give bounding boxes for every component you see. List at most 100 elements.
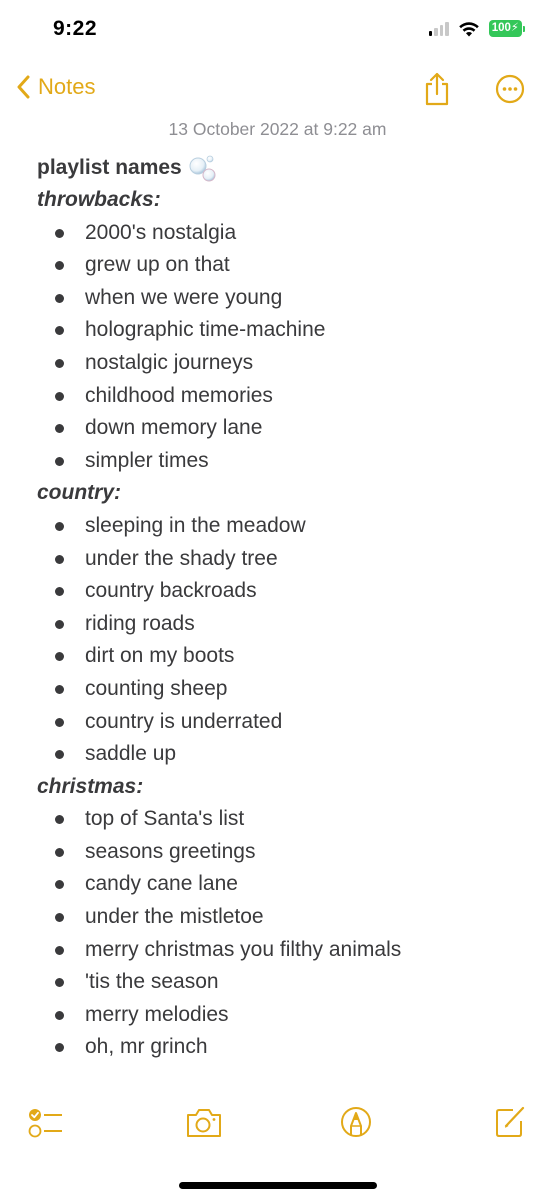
list-item-text: seasons greetings xyxy=(85,839,256,863)
note-title: playlist names xyxy=(37,152,535,184)
bullet-icon xyxy=(55,913,64,923)
list-item-text: grew up on that xyxy=(85,253,230,277)
bullet-icon xyxy=(55,293,64,303)
bottom-toolbar xyxy=(0,1104,555,1148)
bullet-list: 2000's nostalgia grew up on that when we w… xyxy=(37,217,535,478)
bullet-icon xyxy=(55,1010,64,1020)
nav-bar: Notes xyxy=(0,68,555,112)
status-bar: 9:22 100⚡ xyxy=(0,0,555,60)
list-item: holographic time-machine xyxy=(37,314,535,347)
list-item: seasons greetings xyxy=(37,836,535,869)
bullet-icon xyxy=(55,945,64,955)
compose-icon xyxy=(496,1106,525,1137)
list-item-text: simpler times xyxy=(85,448,209,472)
bullet-icon xyxy=(55,619,64,629)
list-item: dirt on my boots xyxy=(37,640,535,673)
list-item: country backroads xyxy=(37,575,535,608)
battery-level: 100⚡ xyxy=(488,20,522,37)
list-item: under the shady tree xyxy=(37,543,535,576)
section-heading: country: xyxy=(37,481,121,505)
bullet-icon xyxy=(55,391,64,401)
markup-button[interactable] xyxy=(340,1106,372,1143)
list-item: down memory lane xyxy=(37,412,535,445)
share-icon xyxy=(425,72,449,106)
section-heading: christmas: xyxy=(37,774,144,798)
bullet-icon xyxy=(55,684,64,694)
bullet-icon xyxy=(55,587,64,597)
list-item: top of Santa's list xyxy=(37,803,535,836)
list-item-text: country is underrated xyxy=(85,709,283,733)
checklist-icon xyxy=(28,1109,62,1138)
back-label: Notes xyxy=(38,74,96,99)
list-item: merry christmas you filthy animals xyxy=(37,934,535,967)
list-item: candy cane lane xyxy=(37,868,535,901)
status-icons: 100⚡ xyxy=(428,20,525,37)
markup-icon xyxy=(341,1107,371,1137)
bullet-icon xyxy=(55,847,64,857)
list-item: grew up on that xyxy=(37,249,535,282)
share-button[interactable] xyxy=(421,72,453,111)
bullet-icon xyxy=(55,652,64,662)
list-item-text: 'tis the season xyxy=(85,970,219,994)
list-item-text: nostalgic journeys xyxy=(85,350,254,374)
bullet-icon xyxy=(55,554,64,564)
list-item-text: counting sheep xyxy=(85,676,228,700)
list-item-text: sleeping in the meadow xyxy=(85,513,306,537)
list-item: country is underrated xyxy=(37,706,535,739)
list-item: when we were young xyxy=(37,282,535,315)
bullet-icon xyxy=(55,261,64,271)
list-item-text: merry christmas you filthy animals xyxy=(85,937,402,961)
bullet-icon xyxy=(55,717,64,727)
more-button[interactable] xyxy=(495,74,525,109)
list-item-text: when we were young xyxy=(85,285,283,309)
home-indicator[interactable] xyxy=(179,1182,377,1189)
chevron-left-icon xyxy=(17,75,30,99)
list-item: childhood memories xyxy=(37,380,535,413)
bullet-icon xyxy=(55,521,64,531)
note-title-text: playlist names xyxy=(37,156,182,179)
back-button[interactable]: Notes xyxy=(16,74,95,100)
bullet-icon xyxy=(55,358,64,368)
battery-charging-icon: 100⚡ xyxy=(488,20,525,37)
ellipsis-circle-icon xyxy=(495,74,525,104)
list-item-text: childhood memories xyxy=(85,383,273,407)
checklist-button[interactable] xyxy=(28,1106,66,1145)
bullet-icon xyxy=(55,815,64,825)
wifi-icon xyxy=(458,21,479,36)
list-item-text: country backroads xyxy=(85,579,257,603)
list-item: 2000's nostalgia xyxy=(37,217,535,250)
list-item: saddle up xyxy=(37,738,535,771)
list-item: under the mistletoe xyxy=(37,901,535,934)
bullet-icon xyxy=(55,978,64,988)
camera-button[interactable] xyxy=(185,1107,223,1144)
bullet-list: sleeping in the meadow under the shady tr… xyxy=(37,510,535,771)
bullet-icon xyxy=(55,424,64,434)
list-item-text: holographic time-machine xyxy=(85,318,326,342)
list-item-text: down memory lane xyxy=(85,416,263,440)
list-item-text: merry melodies xyxy=(85,1002,229,1026)
list-item-text: dirt on my boots xyxy=(85,644,235,668)
bullet-icon xyxy=(55,750,64,760)
note-date: 13 October 2022 at 9:22 am xyxy=(168,119,387,139)
section-heading: throwbacks: xyxy=(37,188,161,211)
bullet-icon xyxy=(55,880,64,890)
status-time: 9:22 xyxy=(53,17,98,40)
list-item-text: under the shady tree xyxy=(85,546,278,570)
list-item: simpler times xyxy=(37,445,535,478)
list-item-text: 2000's nostalgia xyxy=(85,220,237,244)
list-item-text: under the mistletoe xyxy=(85,905,264,929)
list-item: 'tis the season xyxy=(37,966,535,999)
list-item: counting sheep xyxy=(37,673,535,706)
list-item-text: top of Santa's list xyxy=(85,807,245,831)
list-item: sleeping in the meadow xyxy=(37,510,535,543)
signal-icon xyxy=(428,21,449,36)
bullet-icon xyxy=(55,1043,64,1053)
compose-button[interactable] xyxy=(494,1104,526,1143)
note-body[interactable]: playlist names throwbacks: 2000's nostalg… xyxy=(37,152,535,1064)
list-item-text: riding roads xyxy=(85,611,195,635)
note-sections: throwbacks: 2000's nostalgia grew up on th… xyxy=(37,184,535,1064)
list-item-text: oh, mr grinch xyxy=(85,1035,208,1059)
list-item-text: saddle up xyxy=(85,742,177,766)
bubbles-emoji-icon xyxy=(189,155,216,182)
list-item: riding roads xyxy=(37,608,535,641)
